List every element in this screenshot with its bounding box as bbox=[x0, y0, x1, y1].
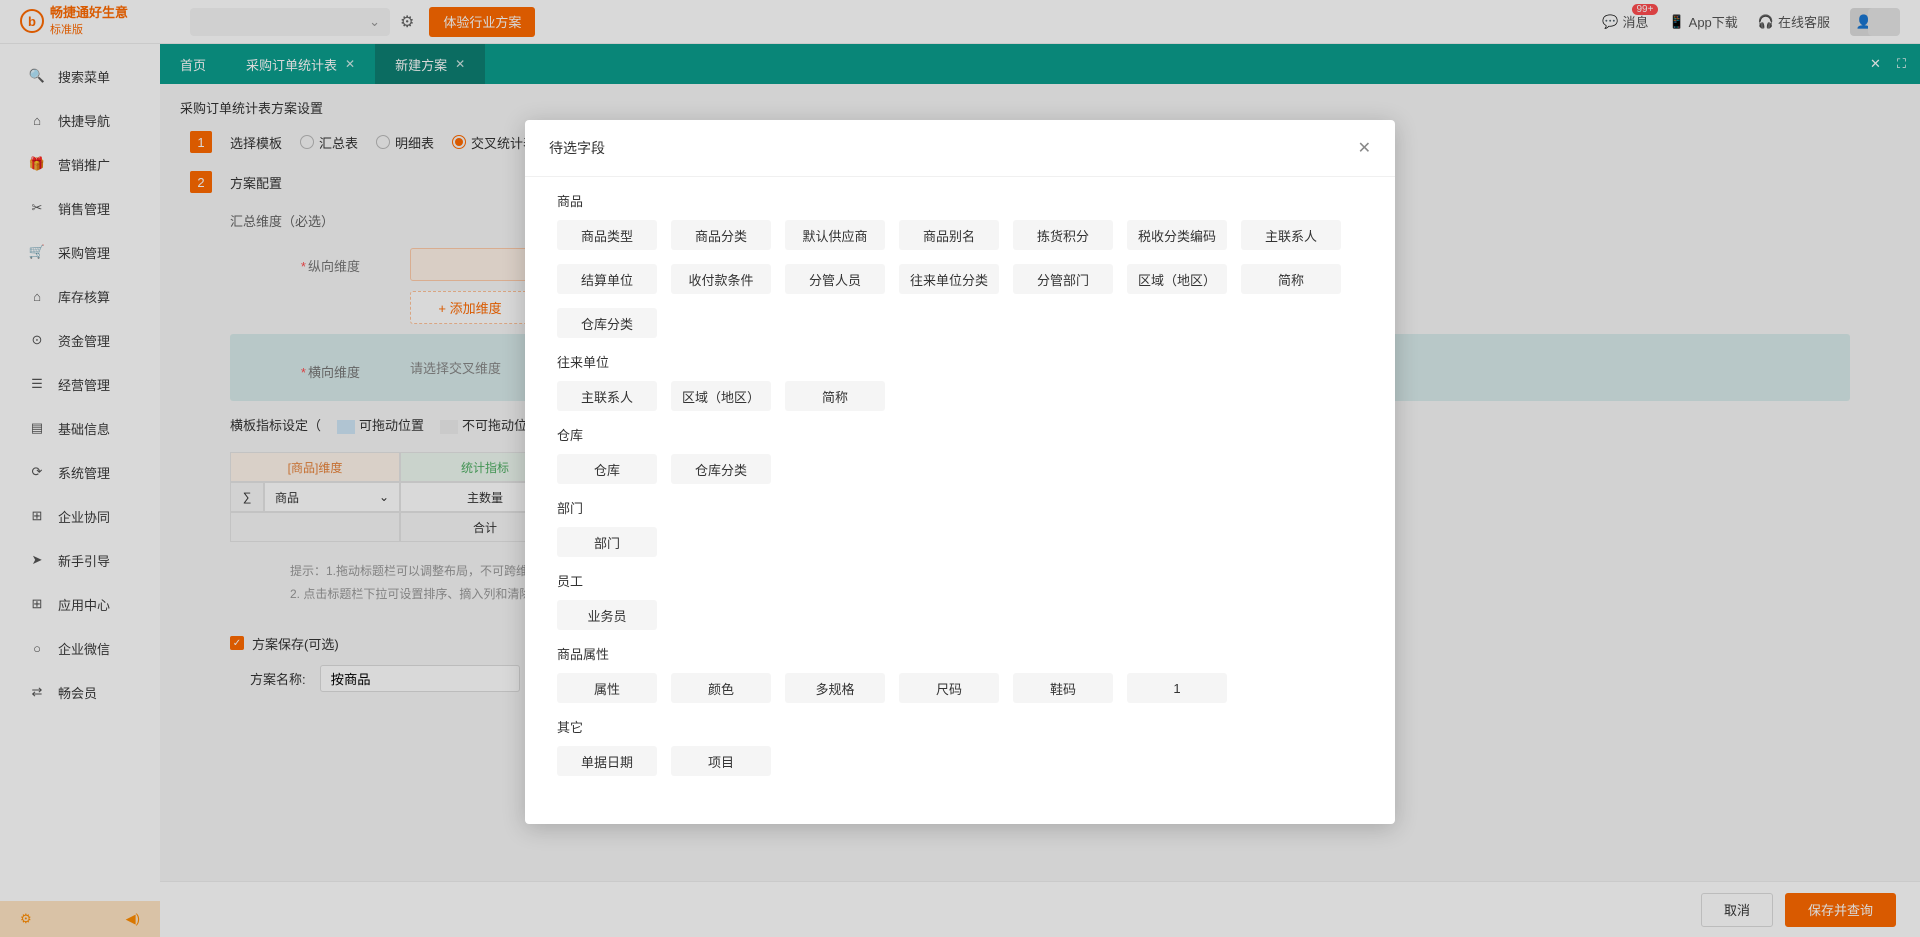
field-chip[interactable]: 区域（地区） bbox=[671, 381, 771, 411]
field-chip[interactable]: 仓库分类 bbox=[671, 454, 771, 484]
field-chip[interactable]: 简称 bbox=[1241, 264, 1341, 294]
field-group: 员工业务员 bbox=[557, 571, 1363, 630]
field-chip[interactable]: 仓库 bbox=[557, 454, 657, 484]
field-group: 商品属性属性颜色多规格尺码鞋码 1 bbox=[557, 644, 1363, 703]
field-chip[interactable]: 默认供应商 bbox=[785, 220, 885, 250]
field-chip[interactable]: 主联系人 bbox=[557, 381, 657, 411]
field-chip[interactable]: 收付款条件 bbox=[671, 264, 771, 294]
group-title: 商品 bbox=[557, 191, 1363, 210]
modal-header: 待选字段 ✕ bbox=[525, 120, 1395, 177]
field-chip[interactable]: 单据日期 bbox=[557, 746, 657, 776]
field-chip[interactable]: 拣货积分 bbox=[1013, 220, 1113, 250]
group-title: 其它 bbox=[557, 717, 1363, 736]
field-group: 商品商品类型商品分类默认供应商商品别名拣货积分税收分类编码主联系人结算单位收付款… bbox=[557, 191, 1363, 338]
field-chip[interactable]: 商品分类 bbox=[671, 220, 771, 250]
close-icon[interactable]: ✕ bbox=[1358, 138, 1371, 158]
field-group: 部门部门 bbox=[557, 498, 1363, 557]
field-group: 往来单位主联系人区域（地区） 简称 bbox=[557, 352, 1363, 411]
field-chip[interactable]: 鞋码 bbox=[1013, 673, 1113, 703]
field-chip[interactable]: 主联系人 bbox=[1241, 220, 1341, 250]
field-chip[interactable]: 分管人员 bbox=[785, 264, 885, 294]
group-title: 往来单位 bbox=[557, 352, 1363, 371]
field-chip[interactable]: 业务员 bbox=[557, 600, 657, 630]
fields-modal: 待选字段 ✕ 商品商品类型商品分类默认供应商商品别名拣货积分税收分类编码主联系人… bbox=[525, 120, 1395, 824]
field-chip[interactable]: 税收分类编码 bbox=[1127, 220, 1227, 250]
modal-body: 商品商品类型商品分类默认供应商商品别名拣货积分税收分类编码主联系人结算单位收付款… bbox=[525, 177, 1395, 804]
field-chip[interactable]: 商品类型 bbox=[557, 220, 657, 250]
field-chip[interactable]: 分管部门 bbox=[1013, 264, 1113, 294]
field-chip[interactable]: 简称 bbox=[785, 381, 885, 411]
field-chip[interactable]: 项目 bbox=[671, 746, 771, 776]
field-chip[interactable]: 1 bbox=[1127, 673, 1227, 703]
field-chip[interactable]: 商品别名 bbox=[899, 220, 999, 250]
field-group: 其它单据日期项目 bbox=[557, 717, 1363, 776]
field-chip[interactable]: 部门 bbox=[557, 527, 657, 557]
group-title: 部门 bbox=[557, 498, 1363, 517]
field-group: 仓库仓库仓库分类 bbox=[557, 425, 1363, 484]
group-title: 仓库 bbox=[557, 425, 1363, 444]
field-chip[interactable]: 仓库分类 bbox=[557, 308, 657, 338]
field-chip[interactable]: 结算单位 bbox=[557, 264, 657, 294]
field-chip[interactable]: 尺码 bbox=[899, 673, 999, 703]
group-title: 商品属性 bbox=[557, 644, 1363, 663]
modal-title: 待选字段 bbox=[549, 138, 605, 158]
field-chip[interactable]: 往来单位分类 bbox=[899, 264, 999, 294]
field-chip[interactable]: 颜色 bbox=[671, 673, 771, 703]
field-chip[interactable]: 属性 bbox=[557, 673, 657, 703]
field-chip[interactable]: 区域（地区） bbox=[1127, 264, 1227, 294]
group-title: 员工 bbox=[557, 571, 1363, 590]
field-chip[interactable]: 多规格 bbox=[785, 673, 885, 703]
